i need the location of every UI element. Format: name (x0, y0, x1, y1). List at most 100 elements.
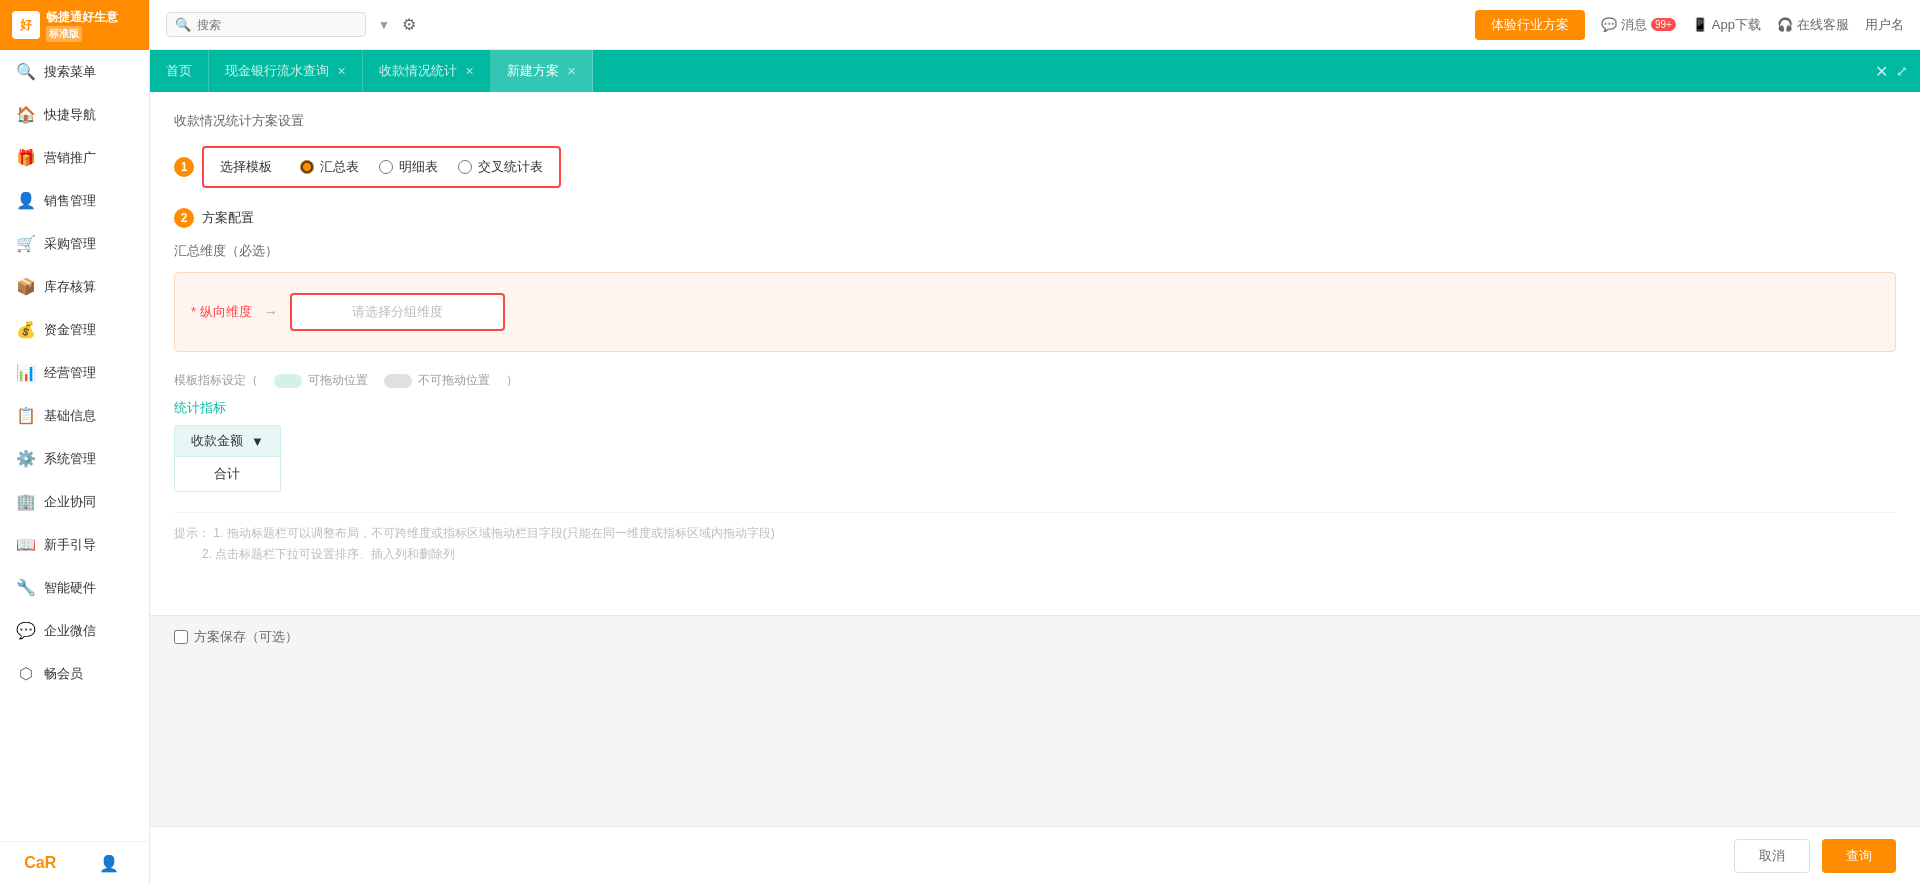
tab-home[interactable]: 首页 (150, 50, 209, 92)
tab-bank-flow-close[interactable]: ✕ (337, 65, 346, 78)
download-action[interactable]: 📱 App下载 (1692, 16, 1761, 34)
member-icon: ⬡ (16, 664, 36, 683)
tab-new-plan-label: 新建方案 (507, 62, 559, 80)
user-action[interactable]: 用户名 (1865, 16, 1904, 34)
sidebar-item-sys-mgmt[interactable]: ⚙️ 系统管理 (0, 437, 149, 480)
save-checkbox[interactable] (174, 630, 188, 644)
sidebar-item-label: 资金管理 (44, 321, 96, 339)
cancel-button[interactable]: 取消 (1734, 839, 1810, 873)
sidebar-item-label: 经营管理 (44, 364, 96, 382)
sidebar-item-enterprise[interactable]: 🏢 企业协同 (0, 480, 149, 523)
sidebar-item-label: 营销推广 (44, 149, 96, 167)
step1-section: 1 选择模板 汇总表 明细表 (174, 146, 1896, 188)
home-icon: 🏠 (16, 105, 36, 124)
tips-area: 提示： 1. 拖动标题栏可以调整布局，不可跨维度或指标区域拖动栏目字段(只能在同… (174, 512, 1896, 575)
radio-cross-label: 交叉统计表 (478, 158, 543, 176)
sidebar-item-inventory[interactable]: 📦 库存核算 (0, 265, 149, 308)
search-icon: 🔍 (16, 62, 36, 81)
sidebar-item-operation[interactable]: 📊 经营管理 (0, 351, 149, 394)
step1-num: 1 (174, 157, 194, 177)
notice-icon: 💬 (1601, 17, 1617, 32)
sidebar-item-marketing[interactable]: 🎁 营销推广 (0, 136, 149, 179)
tab-new-plan-close[interactable]: ✕ (567, 65, 576, 78)
chevron-down-icon[interactable]: ▼ (251, 434, 264, 449)
sidebar-item-label: 企业微信 (44, 622, 96, 640)
radio-detail-label: 明细表 (399, 158, 438, 176)
tab-receipt-stats-close[interactable]: ✕ (465, 65, 474, 78)
main-area: 🔍 ▼ ⚙ 体验行业方案 💬 消息 99+ 📱 App下载 🎧 在线客服 用户名 (150, 0, 1920, 885)
sidebar-item-smart-hw[interactable]: 🔧 智能硬件 (0, 566, 149, 609)
sidebar-bottom-right[interactable]: 👤 (77, 850, 142, 877)
step2-section: 2 方案配置 汇总维度（必选） * 纵向维度 → 请选择分组维度 (174, 208, 1896, 575)
sidebar-item-label: 系统管理 (44, 450, 96, 468)
sidebar-item-label: 智能硬件 (44, 579, 96, 597)
search-icon: 🔍 (175, 17, 191, 32)
dimension-title: 汇总维度（必选） (174, 242, 1896, 260)
tab-bank-flow[interactable]: 现金银行流水查询 ✕ (209, 50, 363, 92)
tab-bank-flow-label: 现金银行流水查询 (225, 62, 329, 80)
metrics-col-label: 收款金额 (191, 432, 243, 450)
toggle-draggable: 可拖动位置 (274, 372, 368, 389)
sidebar-item-basic-info[interactable]: 📋 基础信息 (0, 394, 149, 437)
top-header: 🔍 ▼ ⚙ 体验行业方案 💬 消息 99+ 📱 App下载 🎧 在线客服 用户名 (150, 0, 1920, 50)
sidebar-item-label: 畅会员 (44, 665, 83, 683)
dropdown-arrow-icon[interactable]: ▼ (378, 18, 390, 32)
radio-cross[interactable]: 交叉统计表 (458, 158, 543, 176)
fixed-label: 不可拖动位置 (418, 372, 490, 389)
service-icon: 🎧 (1777, 17, 1793, 32)
metrics-table-header[interactable]: 收款金额 ▼ (175, 426, 280, 457)
template-select-box: 选择模板 汇总表 明细表 (202, 146, 561, 188)
tab-bar-actions: ✕ ⤢ (1875, 62, 1920, 81)
logo-text: 畅捷通好生意 (46, 9, 118, 26)
money-icon: 💰 (16, 320, 36, 339)
gear-icon[interactable]: ⚙ (402, 15, 416, 34)
sidebar-item-purchase[interactable]: 🛒 采购管理 (0, 222, 149, 265)
draggable-toggle[interactable] (274, 374, 302, 388)
page-title: 收款情况统计方案设置 (174, 112, 1896, 130)
dimension-row: * 纵向维度 → 请选择分组维度 (191, 293, 1879, 331)
fixed-toggle[interactable] (384, 374, 412, 388)
sidebar-item-finance[interactable]: 💰 资金管理 (0, 308, 149, 351)
sidebar-item-label: 搜索菜单 (44, 63, 96, 81)
tab-new-plan[interactable]: 新建方案 ✕ (491, 50, 593, 92)
sidebar-item-label: 快捷导航 (44, 106, 96, 124)
building-icon: 🏢 (16, 492, 36, 511)
config-section: 汇总维度（必选） * 纵向维度 → 请选择分组维度 模板指标设定（ (174, 242, 1896, 575)
car-label: CaR (24, 854, 56, 872)
tab-receipt-stats[interactable]: 收款情况统计 ✕ (363, 50, 491, 92)
radio-detail[interactable]: 明细表 (379, 158, 438, 176)
sidebar-item-quick-nav[interactable]: 🏠 快捷导航 (0, 93, 149, 136)
sidebar-item-member[interactable]: ⬡ 畅会员 (0, 652, 149, 695)
template-radio-group: 汇总表 明细表 交叉统计表 (300, 158, 543, 176)
sidebar-item-label: 采购管理 (44, 235, 96, 253)
query-button[interactable]: 查询 (1822, 839, 1896, 873)
sidebar-item-new-guide[interactable]: 📖 新手引导 (0, 523, 149, 566)
tips-item-1: 2. 点击标题栏下拉可设置排序、插入列和删除列 (202, 547, 455, 561)
dimension-area: * 纵向维度 → 请选择分组维度 (174, 272, 1896, 352)
header-search-box[interactable]: 🔍 (166, 12, 366, 37)
search-input[interactable] (197, 18, 337, 32)
close-paren: ） (506, 372, 518, 389)
tab-close-all-icon[interactable]: ✕ (1875, 62, 1888, 81)
sidebar-item-search-menu[interactable]: 🔍 搜索菜单 (0, 50, 149, 93)
step1-label: 选择模板 (220, 158, 272, 176)
radio-summary[interactable]: 汇总表 (300, 158, 359, 176)
sidebar-bottom-left[interactable]: CaR (8, 850, 73, 877)
download-icon: 📱 (1692, 17, 1708, 32)
tab-receipt-stats-label: 收款情况统计 (379, 62, 457, 80)
service-action[interactable]: 🎧 在线客服 (1777, 16, 1849, 34)
save-option: 方案保存（可选） (174, 628, 1896, 646)
sidebar-item-sales[interactable]: 👤 销售管理 (0, 179, 149, 222)
book-icon: 📖 (16, 535, 36, 554)
sidebar: 好 畅捷通好生意 标准版 🔍 搜索菜单 🏠 快捷导航 🎁 营销推广 👤 销售管理… (0, 0, 150, 885)
content-card: 收款情况统计方案设置 1 选择模板 汇总表 (150, 92, 1920, 615)
trial-industry-button[interactable]: 体验行业方案 (1475, 10, 1585, 40)
clipboard-icon: 📋 (16, 406, 36, 425)
sidebar-logo: 好 畅捷通好生意 标准版 (0, 0, 149, 50)
tips-title: 提示： (174, 526, 210, 540)
sidebar-item-wechat[interactable]: 💬 企业微信 (0, 609, 149, 652)
user-icon: 👤 (16, 191, 36, 210)
tab-expand-icon[interactable]: ⤢ (1896, 63, 1908, 79)
dimension-select-button[interactable]: 请选择分组维度 (290, 293, 505, 331)
notice-action[interactable]: 💬 消息 99+ (1601, 16, 1676, 34)
